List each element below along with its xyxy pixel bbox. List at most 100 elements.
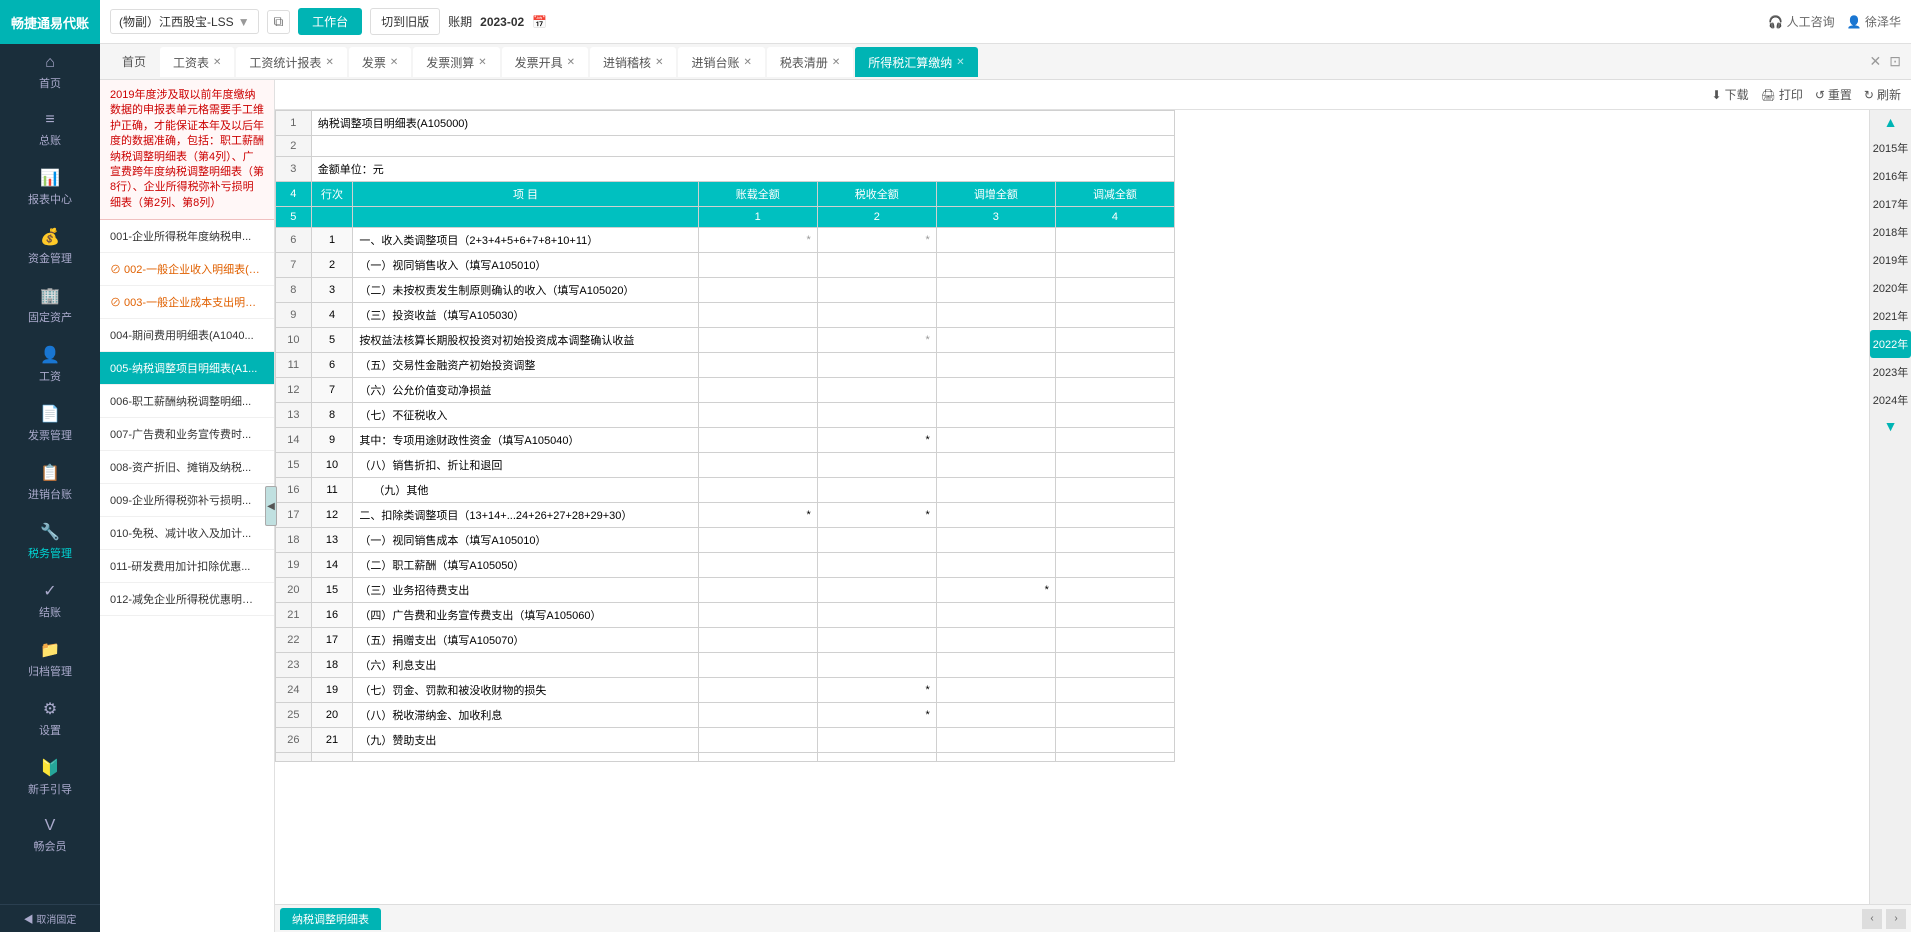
settings-icon: ⚙ bbox=[43, 699, 57, 719]
tab-invoice-issue[interactable]: 发票开具 ✕ bbox=[502, 47, 588, 77]
tab-payroll[interactable]: 工资表 ✕ bbox=[160, 47, 234, 77]
tab-close-income-tax[interactable]: ✕ bbox=[956, 57, 964, 68]
col-header-dec: 调减全额 bbox=[1055, 182, 1174, 207]
menu-item-3[interactable]: 004-期间费用明细表(A1040... bbox=[100, 319, 274, 352]
old-version-button[interactable]: 切到旧版 bbox=[370, 8, 440, 35]
menu-item-1[interactable]: ⊘ 002-一般企业收入明细表(A1... bbox=[100, 253, 274, 286]
reset-button[interactable]: ↺ 重置 bbox=[1815, 86, 1852, 103]
menu-item-6[interactable]: 007-广告费和业务宣传费时... bbox=[100, 418, 274, 451]
sidebar-label-close: 结账 bbox=[39, 604, 61, 620]
nav-tabs-controls: ✕ ⊡ bbox=[1870, 53, 1901, 70]
download-icon: ⬇ bbox=[1712, 88, 1722, 102]
year-2015[interactable]: 2015年 bbox=[1870, 134, 1911, 162]
tab-invoice-calc[interactable]: 发票测算 ✕ bbox=[413, 47, 499, 77]
support-link[interactable]: 🎧 人工咨询 bbox=[1768, 13, 1834, 30]
menu-item-7[interactable]: 008-资产折旧、摊销及纳税... bbox=[100, 451, 274, 484]
tab-close-invoice-calc[interactable]: ✕ bbox=[478, 57, 486, 68]
calendar-icon[interactable]: 📅 bbox=[532, 15, 547, 29]
sidebar-item-reports[interactable]: 📊 报表中心 bbox=[0, 158, 100, 217]
menu-item-2[interactable]: ⊘ 003-一般企业成本支出明细... bbox=[100, 286, 274, 319]
year-2019[interactable]: 2019年 bbox=[1870, 246, 1911, 274]
home-icon: ⌂ bbox=[45, 54, 55, 72]
tab-payroll-stats[interactable]: 工资统计报表 ✕ bbox=[236, 47, 346, 77]
menu-item-5[interactable]: 006-职工薪酬纳税调整明细... bbox=[100, 385, 274, 418]
tab-close-tax-list[interactable]: ✕ bbox=[832, 57, 840, 68]
tab-sales-check[interactable]: 进销稽核 ✕ bbox=[590, 47, 676, 77]
collapse-panel-button[interactable]: ◀ bbox=[265, 486, 277, 526]
year-2018[interactable]: 2018年 bbox=[1870, 218, 1911, 246]
topbar: (物副）江西股宝-LSS ▼ ⧉ 工作台 切到旧版 账期 2023-02 📅 🎧… bbox=[100, 0, 1911, 44]
menu-item-4[interactable]: 005-纳税调整项目明细表(A1... bbox=[100, 352, 274, 385]
alert-message: 2019年度涉及取以前年度缴纳数据的申报表单元格需要手工维护正确，才能保证本年及… bbox=[100, 80, 274, 220]
bottom-tab-main[interactable]: 纳税调整明细表 bbox=[280, 908, 381, 930]
table-subheader-row: 5 1 2 3 4 bbox=[276, 207, 1175, 228]
year-2020[interactable]: 2020年 bbox=[1870, 274, 1911, 302]
tab-tax-list[interactable]: 税表清册 ✕ bbox=[767, 47, 853, 77]
company-selector[interactable]: (物副）江西股宝-LSS ▼ bbox=[110, 9, 259, 34]
tab-close-sales-check[interactable]: ✕ bbox=[655, 57, 663, 68]
subh-4: 4 bbox=[1055, 207, 1174, 228]
scroll-left-button[interactable]: ‹ bbox=[1862, 909, 1882, 929]
sidebar-label-assets: 固定资产 bbox=[28, 309, 72, 325]
sidebar-item-tax[interactable]: 🔧 税务管理 bbox=[0, 512, 100, 571]
toolbar: ⬇ 下载 🖨 打印 ↺ 重置 ↻ 刷新 bbox=[275, 80, 1911, 110]
user-avatar[interactable]: 👤 徐泽华 bbox=[1847, 13, 1901, 30]
invoice-icon: 📄 bbox=[40, 404, 60, 424]
sidebar-label-payroll: 工资 bbox=[39, 368, 61, 384]
tab-invoice[interactable]: 发票 ✕ bbox=[349, 47, 411, 77]
tab-close-invoice[interactable]: ✕ bbox=[390, 57, 398, 68]
tab-close-invoice-issue[interactable]: ✕ bbox=[567, 57, 575, 68]
spreadsheet-wrapper[interactable]: 1 纳税调整项目明细表(A105000) 2 3 金额单位：元 bbox=[275, 110, 1869, 904]
avatar-icon: 👤 bbox=[1847, 15, 1862, 29]
tab-income-tax[interactable]: 所得税汇算缴纳 ✕ bbox=[855, 47, 977, 77]
sales-ledger-icon: 📋 bbox=[40, 463, 60, 483]
sidebar-item-vip[interactable]: V 畅会员 bbox=[0, 807, 100, 864]
row-num: 1 bbox=[276, 111, 312, 136]
menu-item-11[interactable]: 012-减免企业所得税优惠明细(..) bbox=[100, 583, 274, 616]
sidebar-item-archive[interactable]: 📁 归档管理 bbox=[0, 630, 100, 689]
sidebar-item-home[interactable]: ⌂ 首页 bbox=[0, 44, 100, 101]
sidebar-item-settings[interactable]: ⚙ 设置 bbox=[0, 689, 100, 748]
sidebar-item-payroll[interactable]: 👤 工资 bbox=[0, 335, 100, 394]
year-up-button[interactable]: ▲ bbox=[1870, 110, 1911, 134]
unpin-button[interactable]: ◀ 取消固定 bbox=[0, 905, 100, 932]
year-2023[interactable]: 2023年 bbox=[1870, 358, 1911, 386]
copy-button[interactable]: ⧉ bbox=[267, 10, 291, 34]
year-2016[interactable]: 2016年 bbox=[1870, 162, 1911, 190]
menu-item-0[interactable]: 001-企业所得税年度纳税申... bbox=[100, 220, 274, 253]
sidebar-item-sales-ledger[interactable]: 📋 进销台账 bbox=[0, 453, 100, 512]
sidebar-item-invoice[interactable]: 📄 发票管理 bbox=[0, 394, 100, 453]
scroll-right-button[interactable]: › bbox=[1886, 909, 1906, 929]
sidebar-item-assets[interactable]: 🏢 固定资产 bbox=[0, 276, 100, 335]
company-name: (物副）江西股宝-LSS bbox=[119, 13, 234, 30]
nav-tabs-bar: 首页 工资表 ✕ 工资统计报表 ✕ 发票 ✕ 发票测算 ✕ 发票开具 ✕ 进销稽… bbox=[100, 44, 1911, 80]
year-2022[interactable]: 2022年 bbox=[1870, 330, 1911, 358]
workbench-button[interactable]: 工作台 bbox=[298, 8, 362, 35]
sidebar-item-finance[interactable]: 💰 资金管理 bbox=[0, 217, 100, 276]
tab-close-payroll[interactable]: ✕ bbox=[213, 57, 221, 68]
main-table: 1 纳税调整项目明细表(A105000) 2 3 金额单位：元 bbox=[275, 110, 1175, 762]
year-2021[interactable]: 2021年 bbox=[1870, 302, 1911, 330]
menu-item-10[interactable]: 011-研发费用加计扣除优惠... bbox=[100, 550, 274, 583]
year-down-button[interactable]: ▼ bbox=[1870, 414, 1911, 438]
year-2024[interactable]: 2024年 bbox=[1870, 386, 1911, 414]
tab-close-sales-ledger[interactable]: ✕ bbox=[743, 57, 751, 68]
download-button[interactable]: ⬇ 下载 bbox=[1712, 86, 1749, 103]
refresh-button[interactable]: ↻ 刷新 bbox=[1864, 86, 1901, 103]
col-header-tax: 税收全额 bbox=[817, 182, 936, 207]
app-logo: 畅捷通易代账 bbox=[0, 0, 100, 44]
menu-item-8[interactable]: 009-企业所得税弥补亏损明... bbox=[100, 484, 274, 517]
tax-icon: 🔧 bbox=[40, 522, 60, 542]
tab-home[interactable]: 首页 bbox=[110, 47, 158, 76]
menu-item-9[interactable]: 010-免税、减计收入及加计... bbox=[100, 517, 274, 550]
sidebar-item-guide[interactable]: 🔰 新手引导 bbox=[0, 748, 100, 807]
print-button[interactable]: 🖨 打印 bbox=[1761, 86, 1803, 103]
tab-close-payroll-stats[interactable]: ✕ bbox=[325, 57, 333, 68]
tab-sales-ledger[interactable]: 进销台账 ✕ bbox=[678, 47, 764, 77]
sidebar-item-close[interactable]: ✓ 结账 bbox=[0, 571, 100, 630]
minimize-icon[interactable]: ⊡ bbox=[1889, 53, 1901, 70]
bottom-nav: ‹ › bbox=[1862, 909, 1906, 929]
year-2017[interactable]: 2017年 bbox=[1870, 190, 1911, 218]
close-tab-icon[interactable]: ✕ bbox=[1870, 53, 1882, 70]
sidebar-item-ledger[interactable]: ≡ 总账 bbox=[0, 101, 100, 158]
